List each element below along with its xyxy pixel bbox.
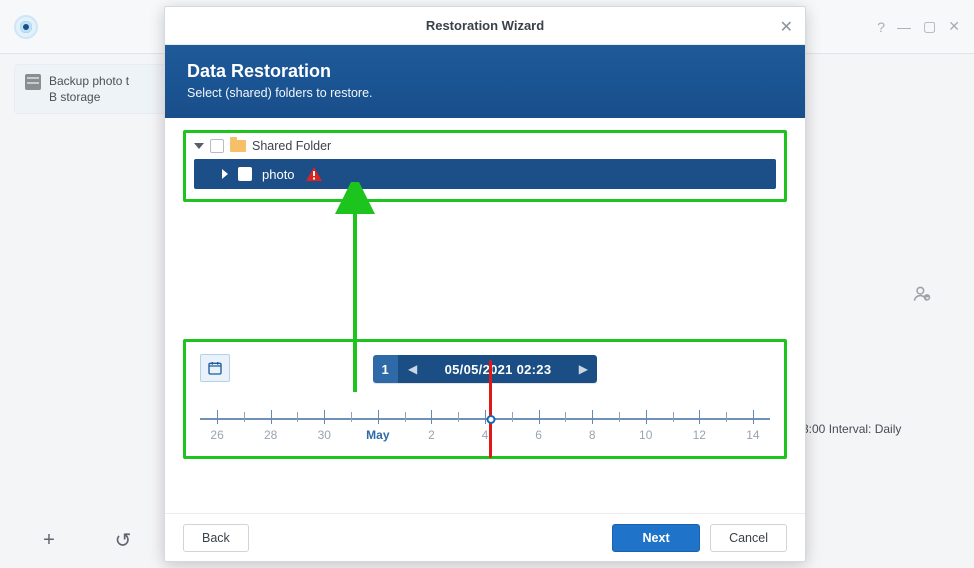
tick-label: 6 xyxy=(535,428,542,442)
next-version-button[interactable]: ▶ xyxy=(569,355,597,383)
tick xyxy=(592,410,593,424)
tick-minor xyxy=(726,412,727,422)
tree-row-label: photo xyxy=(262,167,295,182)
warning-icon xyxy=(305,166,323,182)
dialog-titlebar: Restoration Wizard ✕ xyxy=(165,7,805,45)
userlock-icon[interactable] xyxy=(912,284,932,307)
dialog-footer: Back Next Cancel xyxy=(165,513,805,561)
tree-root-label: Shared Folder xyxy=(252,139,331,153)
parent-bottom-toolbar: + ↺ xyxy=(14,516,158,564)
tick-label: 28 xyxy=(264,428,277,442)
task-item-label: Backup photo t B storage xyxy=(49,73,129,105)
timeline-marker-line[interactable] xyxy=(489,360,492,458)
schedule-summary-fragment: 3:00 Interval: Daily xyxy=(802,422,962,436)
timeline-marker-dot[interactable] xyxy=(486,415,495,424)
maximize-icon[interactable]: ▢ xyxy=(923,18,936,35)
calendar-button[interactable] xyxy=(200,354,230,382)
tick-minor xyxy=(565,412,566,422)
tick-label: May xyxy=(366,428,389,442)
tree-root-row[interactable]: Shared Folder xyxy=(194,139,776,153)
restoration-wizard-dialog: Restoration Wizard ✕ Data Restoration Se… xyxy=(164,6,806,562)
tick xyxy=(753,410,754,424)
version-picker: 1 ◀ 05/05/2021 02:23 ▶ xyxy=(373,355,598,383)
folder-tree-highlight: Shared Folder photo xyxy=(183,130,787,202)
version-count: 1 xyxy=(373,355,399,383)
banner-subheading: Select (shared) folders to restore. xyxy=(187,86,783,100)
chevron-right-icon[interactable] xyxy=(222,169,228,179)
tick xyxy=(646,410,647,424)
tick-minor xyxy=(244,412,245,422)
tick-label: 10 xyxy=(639,428,652,442)
tick-label: 4 xyxy=(482,428,489,442)
window-controls: ? — ▢ ✕ xyxy=(877,18,960,35)
calendar-storage-icon xyxy=(25,74,41,90)
minimize-icon[interactable]: — xyxy=(897,19,911,35)
tick-label: 26 xyxy=(210,428,223,442)
history-button[interactable]: ↺ xyxy=(100,524,146,556)
prev-version-button[interactable]: ◀ xyxy=(399,355,427,383)
tick-label: 14 xyxy=(746,428,759,442)
tick-minor xyxy=(458,412,459,422)
tick-label: 2 xyxy=(428,428,435,442)
app-canvas: ? — ▢ ✕ Backup photo t B storage 3:00 In… xyxy=(0,0,974,568)
backup-task-list: Backup photo t B storage xyxy=(14,64,184,114)
next-button[interactable]: Next xyxy=(612,524,700,552)
help-icon[interactable]: ? xyxy=(877,19,885,35)
tick-minor xyxy=(405,412,406,422)
tick xyxy=(217,410,218,424)
tick-minor xyxy=(512,412,513,422)
cancel-button[interactable]: Cancel xyxy=(710,524,787,552)
add-task-button[interactable]: + xyxy=(26,524,72,556)
tick-label: 30 xyxy=(318,428,331,442)
folder-icon xyxy=(230,140,246,152)
task-item[interactable]: Backup photo t B storage xyxy=(14,64,184,114)
chevron-down-icon[interactable] xyxy=(194,143,204,149)
tick-minor xyxy=(297,412,298,422)
back-button[interactable]: Back xyxy=(183,524,249,552)
dialog-title: Restoration Wizard xyxy=(426,18,544,33)
tick-label: 12 xyxy=(693,428,706,442)
dialog-close-icon[interactable]: ✕ xyxy=(780,17,793,37)
tick xyxy=(271,410,272,424)
selected-version-label[interactable]: 05/05/2021 02:23 xyxy=(427,355,570,383)
tick xyxy=(431,410,432,424)
row-checkbox[interactable] xyxy=(238,167,252,181)
banner-heading: Data Restoration xyxy=(187,61,783,82)
tick xyxy=(699,410,700,424)
close-icon[interactable]: ✕ xyxy=(948,18,960,35)
tree-row-photo[interactable]: photo xyxy=(194,159,776,189)
tick-minor xyxy=(351,412,352,422)
tick xyxy=(378,410,379,424)
dialog-banner: Data Restoration Select (shared) folders… xyxy=(165,45,805,118)
timeline-axis[interactable]: 26 28 30 May 2 4 6 8 10 12 14 xyxy=(200,406,770,452)
dialog-body: Shared Folder photo xyxy=(165,118,805,513)
tick xyxy=(324,410,325,424)
tick xyxy=(539,410,540,424)
timeline-controls: 1 ◀ 05/05/2021 02:23 ▶ xyxy=(200,354,770,384)
tick-minor xyxy=(619,412,620,422)
tick-minor xyxy=(673,412,674,422)
timeline-highlight: 1 ◀ 05/05/2021 02:23 ▶ 262830May24681012… xyxy=(183,339,787,459)
root-checkbox[interactable] xyxy=(210,139,224,153)
app-brand-icon xyxy=(14,15,38,39)
tick-label: 8 xyxy=(589,428,596,442)
